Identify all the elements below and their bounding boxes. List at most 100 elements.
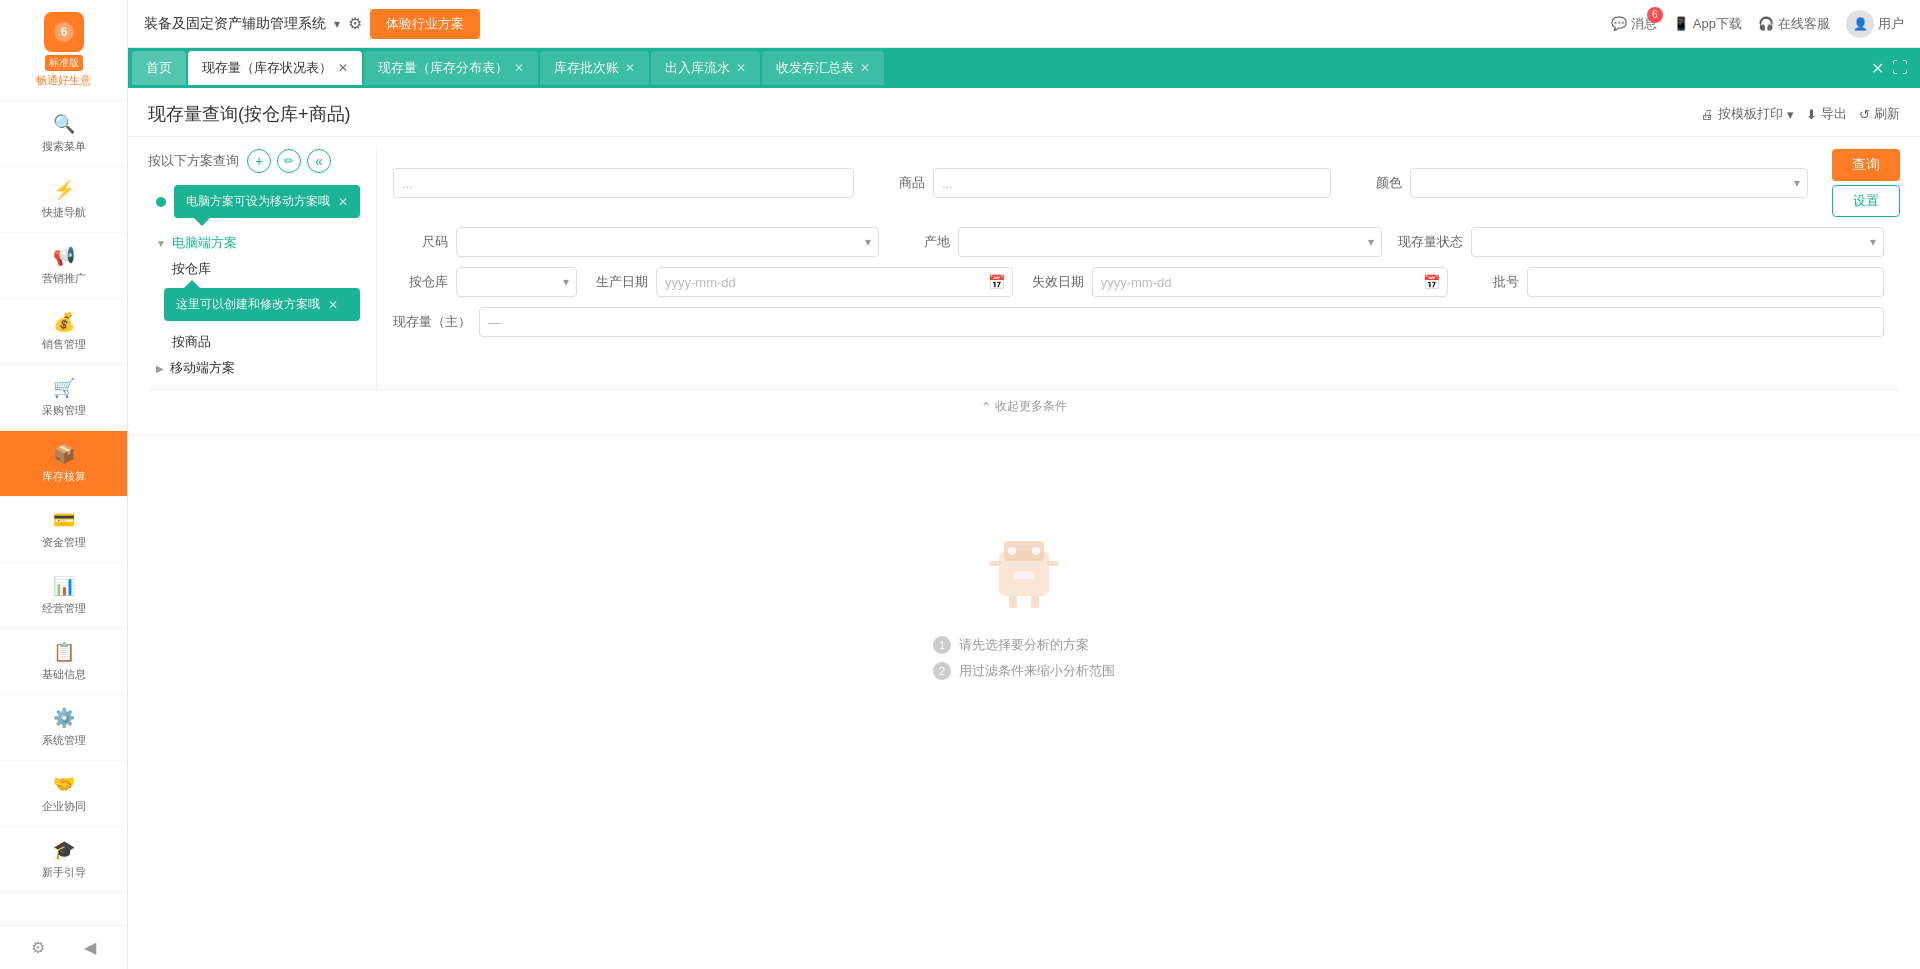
plan-subitem-goods[interactable]: 按商品 (148, 329, 360, 355)
app-download-item[interactable]: 📱 App下载 (1673, 15, 1742, 33)
scheme-tooltip-close-icon[interactable]: ✕ (338, 195, 348, 209)
sidebar-item-sales[interactable]: 💰 销售管理 (0, 299, 127, 365)
tab-in-out-flow[interactable]: 出入库流水 ✕ (651, 51, 760, 85)
filter-produce-date-from-wrap: 📅 (656, 267, 1013, 297)
filter-col-stock-qty: 现存量（主） (393, 307, 1900, 337)
create-tooltip-close-icon[interactable]: ✕ (328, 298, 338, 312)
filter-produce-date-from-input[interactable] (656, 267, 1013, 297)
filter-produce-date-label: 生产日期 (593, 273, 648, 291)
filter-stock-qty-input[interactable] (479, 307, 1884, 337)
sidebar-item-label: 资金管理 (42, 535, 86, 550)
filter-size-select[interactable] (456, 227, 879, 257)
tab-batch-ledger-close-icon[interactable]: ✕ (625, 61, 635, 75)
plan-subitem-warehouse[interactable]: 按仓库 (148, 256, 360, 282)
filter-stock-status-select-wrap (1471, 227, 1884, 257)
sidebar-item-quick[interactable]: ⚡ 快捷导航 (0, 167, 127, 233)
collapse-bar[interactable]: ⌃ 收起更多条件 (148, 389, 1900, 423)
system-dropdown-button[interactable]: ▾ (334, 17, 340, 31)
sidebar-item-label: 采购管理 (42, 403, 86, 418)
phone-icon: 📱 (1673, 16, 1689, 31)
query-header: 按以下方案查询 + ✏ « (148, 149, 360, 173)
back-arrow-button[interactable]: « (307, 149, 331, 173)
filter-origin-label: 产地 (895, 233, 950, 251)
marketing-icon: 📢 (53, 245, 75, 267)
refresh-icon: ↺ (1859, 107, 1870, 122)
close-tab-icon[interactable]: ✕ (1871, 59, 1884, 78)
export-button[interactable]: ⬇ 导出 (1806, 105, 1847, 123)
filter-goods-input[interactable] (933, 168, 1331, 198)
headset-icon: 🎧 (1758, 16, 1774, 31)
message-icon: 💬 (1611, 16, 1627, 31)
filter-origin-select[interactable] (958, 227, 1381, 257)
sidebar-item-inventory[interactable]: 📦 库存核算 (0, 431, 127, 497)
svg-rect-7 (989, 561, 1001, 566)
scheme-tooltip: 电脑方案可设为移动方案哦 ✕ (174, 185, 360, 218)
search-button[interactable]: 查询 (1832, 149, 1900, 181)
sidebar-item-label: 企业协同 (42, 799, 86, 814)
sidebar-item-newbie[interactable]: 🎓 新手引导 (0, 827, 127, 893)
sidebar-item-purchase[interactable]: 🛒 采购管理 (0, 365, 127, 431)
dot-indicator (156, 197, 166, 207)
tab-stock-status[interactable]: 现存量（库存状况表） ✕ (188, 51, 362, 85)
action-buttons: 查询 设置 (1832, 149, 1900, 217)
main-content: 装备及固定资产辅助管理系统 ▾ ⚙ 体验行业方案 💬 6 消息 📱 App下载 … (128, 0, 1920, 969)
user-item[interactable]: 👤 用户 (1846, 10, 1904, 38)
tab-stock-status-close-icon[interactable]: ✕ (338, 61, 348, 75)
tab-stock-dist[interactable]: 现存量（库存分布表） ✕ (364, 51, 538, 85)
fullscreen-icon[interactable]: ⛶ (1892, 59, 1908, 77)
tab-home[interactable]: 首页 (132, 51, 186, 85)
print-button[interactable]: 🖨 按模板打印 ▾ (1701, 105, 1794, 123)
online-support-item[interactable]: 🎧 在线客服 (1758, 15, 1830, 33)
svg-point-4 (1008, 547, 1016, 555)
tab-stock-dist-close-icon[interactable]: ✕ (514, 61, 524, 75)
tip-num-2: 2 (933, 662, 951, 680)
filter-color-select[interactable] (1410, 168, 1808, 198)
plan-tree: ▼ 电脑端方案 按仓库 这里可以创建和修改方案哦 ✕ (148, 230, 360, 381)
collapse-label: 收起更多条件 (995, 398, 1067, 415)
tab-bar-actions: ✕ ⛶ (1871, 59, 1916, 78)
sidebar-item-operations[interactable]: 📊 经营管理 (0, 563, 127, 629)
plan-item-mobile[interactable]: ▶ 移动端方案 (148, 355, 360, 381)
collapse-sidebar-icon[interactable]: ◀ (84, 938, 96, 957)
settings-button[interactable]: 设置 (1832, 185, 1900, 217)
filter-color-select-wrap (1410, 168, 1808, 198)
svg-rect-9 (1009, 596, 1017, 608)
message-item[interactable]: 💬 6 消息 (1611, 15, 1657, 33)
tab-batch-ledger[interactable]: 库存批次账 ✕ (540, 51, 649, 85)
tab-collect-summary-close-icon[interactable]: ✕ (860, 61, 870, 75)
lightning-icon: ⚡ (53, 179, 75, 201)
filter-stock-status-select[interactable] (1471, 227, 1884, 257)
filter-col-origin: 产地 (895, 227, 1397, 257)
sidebar-bottom: ⚙ ◀ (0, 925, 127, 969)
filter-col-expire-date: 失效日期 📅 (1029, 267, 1465, 297)
filter-size-label: 尺码 (393, 233, 448, 251)
sidebar-item-finance[interactable]: 💳 资金管理 (0, 497, 127, 563)
filter-expire-date-from-input[interactable] (1092, 267, 1449, 297)
tab-in-out-flow-close-icon[interactable]: ✕ (736, 61, 746, 75)
tip-num-1: 1 (933, 636, 951, 654)
tab-collect-summary[interactable]: 收发存汇总表 ✕ (762, 51, 884, 85)
filter-row-3: 按仓库 生产日期 (393, 267, 1900, 297)
svg-rect-6 (1014, 571, 1034, 579)
sidebar-item-system[interactable]: ⚙️ 系统管理 (0, 695, 127, 761)
filter-warehouse-select[interactable] (456, 267, 577, 297)
settings-bottom-icon[interactable]: ⚙ (31, 938, 45, 957)
add-scheme-button[interactable]: + (247, 149, 271, 173)
sidebar-item-search[interactable]: 🔍 搜索菜单 (0, 101, 127, 167)
collapse-up-icon: ⌃ (981, 400, 991, 414)
filter-ellipsis1-input[interactable] (393, 168, 854, 198)
sidebar-item-marketing[interactable]: 📢 营销推广 (0, 233, 127, 299)
tab-stock-dist-label: 现存量（库存分布表） (378, 59, 508, 77)
filter-col-size: 尺码 (393, 227, 895, 257)
sidebar-item-label: 系统管理 (42, 733, 86, 748)
sidebar-item-enterprise[interactable]: 🤝 企业协同 (0, 761, 127, 827)
refresh-button[interactable]: ↺ 刷新 (1859, 105, 1900, 123)
page-header: 现存量查询(按仓库+商品) 🖨 按模板打印 ▾ ⬇ 导出 ↺ (128, 88, 1920, 137)
edit-scheme-button[interactable]: ✏ (277, 149, 301, 173)
print-icon: 🖨 (1701, 107, 1714, 122)
trial-button[interactable]: 体验行业方案 (370, 9, 480, 39)
plan-item-pc[interactable]: ▼ 电脑端方案 (148, 230, 360, 256)
filter-batch-input[interactable] (1527, 267, 1884, 297)
sidebar-item-basic[interactable]: 📋 基础信息 (0, 629, 127, 695)
header-gear-icon[interactable]: ⚙ (348, 14, 362, 33)
